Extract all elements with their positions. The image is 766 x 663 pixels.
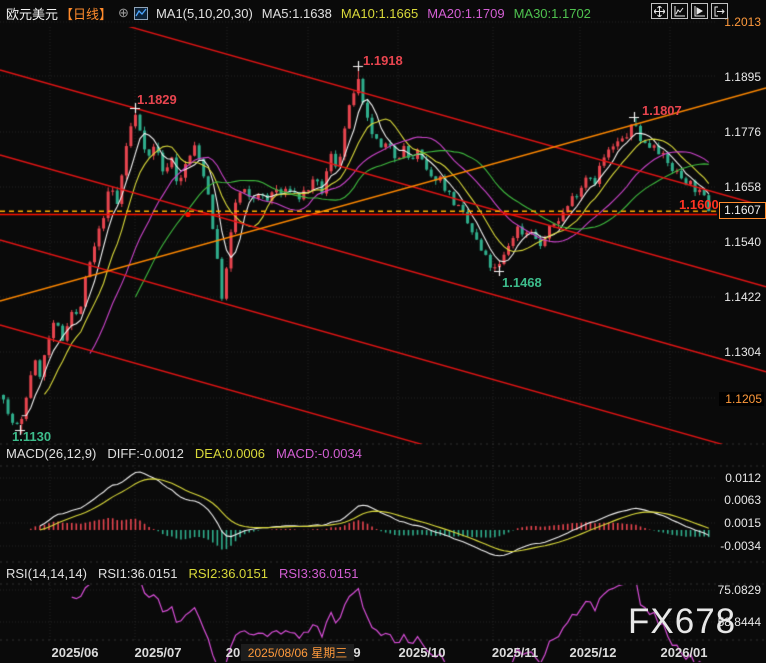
ma-settings-label: MA1(5,10,20,30) [155,5,253,21]
ma5-value: MA5:1.1638 [261,5,332,21]
macd-dea-value: DEA:0.0006 [194,446,266,461]
ma30-value: MA30:1.1702 [513,5,591,21]
price-axis-tick: 1.1422 [724,290,761,305]
pan-tool-icon[interactable] [651,3,668,19]
instrument-title: 欧元美元 [6,6,59,22]
date-axis-label: 2025/10 [398,645,446,660]
date-axis-label: 2025/06 [51,645,99,660]
rsi1-value: RSI1:36.0151 [97,566,178,581]
date-axis-label: 2025/12 [569,645,617,660]
ma20-value: MA20:1.1709 [427,5,505,21]
price-annotation: 1.1829 [137,92,177,107]
add-indicator-icon[interactable]: ⊕ [118,5,129,21]
exit-icon[interactable] [711,3,728,19]
rsi-params-label: RSI(14,14,14) [6,566,87,581]
price-axis-tick: 1.1304 [724,345,761,360]
rsi-axis-tick: 75.0829 [717,583,761,597]
chart-forward-icon[interactable] [691,3,708,19]
price-annotation: 1.1918 [363,53,403,68]
macd-header: MACD(26,12,9) DIFF:-0.0012 DEA:0.0006 MA… [6,446,362,461]
price-annotation: 1.1130 [12,429,52,444]
timeframe-label[interactable]: 【日线】 [60,4,112,23]
date-axis-label: 2025/07 [134,645,182,660]
price-annotation: 1.1600 [679,197,719,212]
price-axis-tick: 1.1658 [724,180,761,195]
macd-macd-value: MACD:-0.0034 [276,446,362,461]
price-axis-tick: 1.1540 [724,235,761,250]
macd-diff-value: DIFF:-0.0012 [107,446,184,461]
macd-axis-tick: 0.0112 [725,471,761,485]
date-axis-label: 2025/11 [491,645,539,660]
chart-type-icon[interactable] [133,6,148,20]
price-annotation: 1.1807 [642,103,682,118]
price-annotation: 1.1468 [502,275,542,290]
rsi-axis-tick: 58.8444 [717,615,761,629]
macd-params-label: MACD(26,12,9) [6,446,97,461]
price-axis-tick: 1.1776 [724,125,761,140]
rsi-header: RSI(14,14,14) RSI1:36.0151 RSI2:36.0151 … [6,566,358,581]
price-axis-tick: 1.1895 [724,69,761,84]
ma10-value: MA10:1.1665 [340,5,419,21]
rsi2-value: RSI2:36.0151 [188,566,268,581]
chart-app: 欧元美元 【日线】 ⊕ MA1(5,10,20,30) MA5:1.1638 M… [0,0,766,663]
last-price-label: 1.1607 [719,202,766,220]
macd-axis-tick: 0.0063 [724,493,761,507]
range-low-label: 1.1205 [719,391,764,406]
date-axis-label: 2026/01 [660,645,708,660]
crosshair-date-tooltip: 2025/08/06 星期三 [241,644,354,661]
date-axis-label: 9 [353,645,361,660]
macd-axis-tick: -0.0034 [720,539,761,553]
chart-canvas[interactable] [0,0,766,663]
rsi3-value: RSI3:36.0151 [278,566,359,581]
chart-layout-icon[interactable] [671,3,688,19]
date-axis-label: 20 [225,645,241,660]
macd-axis-tick: 0.0015 [724,516,761,530]
chart-toolbar-icons [651,3,728,19]
